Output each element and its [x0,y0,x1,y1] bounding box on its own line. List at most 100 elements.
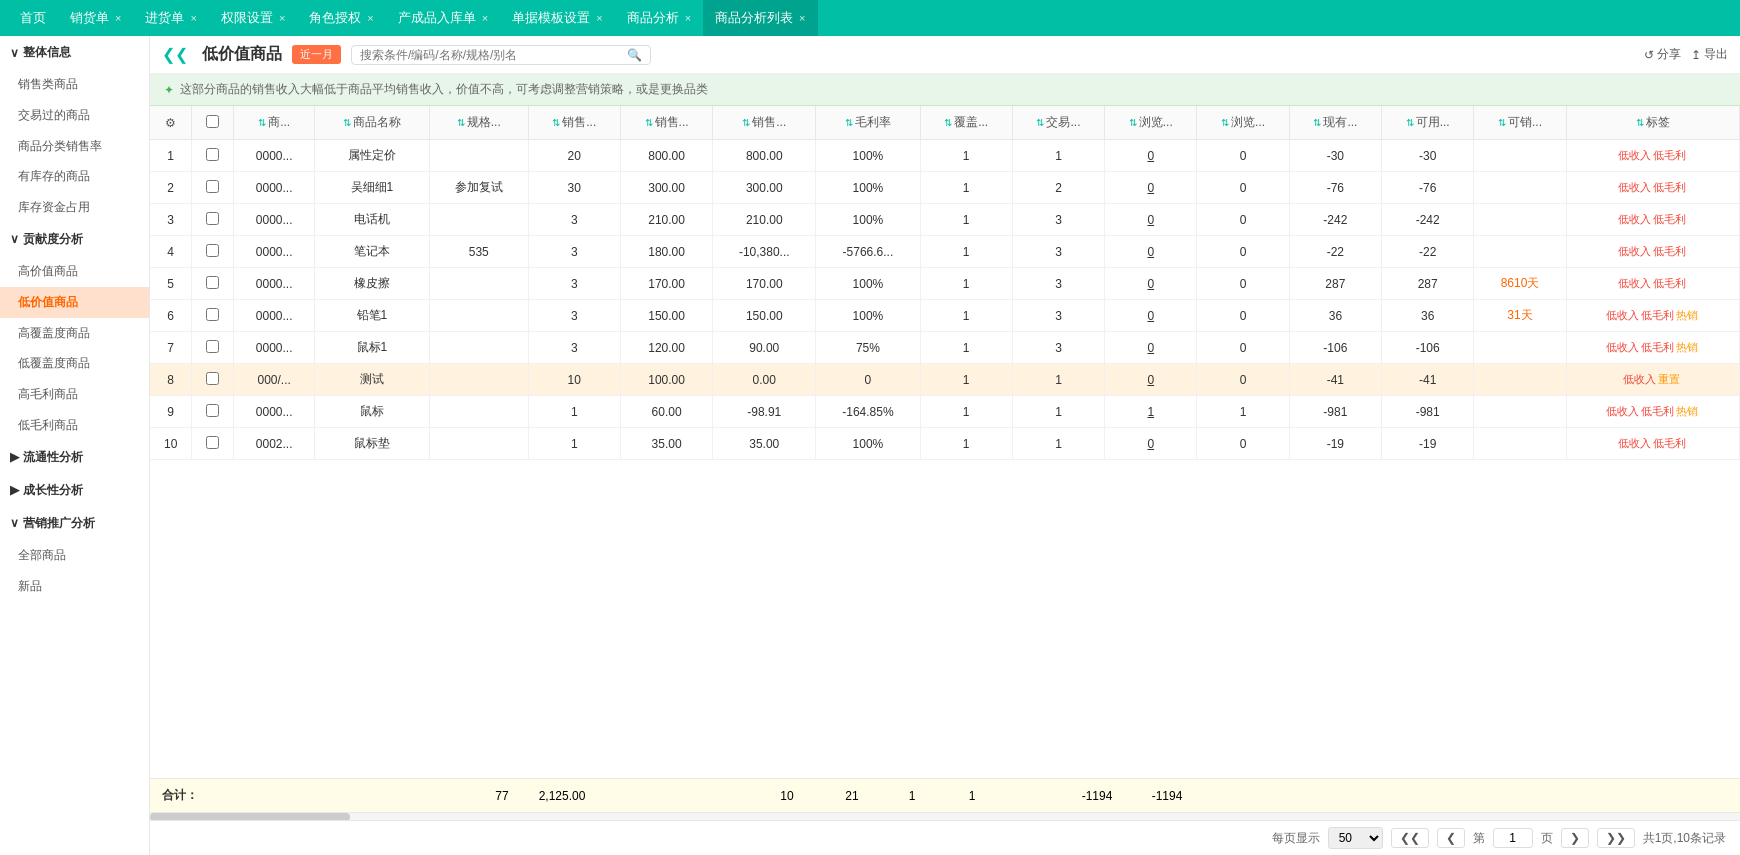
sidebar-item[interactable]: 商品分类销售率 [0,131,149,162]
sidebar-collapse-btn[interactable]: ❮❮ [162,45,188,64]
sidebar-item[interactable]: 高覆盖度商品 [0,318,149,349]
col-header-browse2[interactable]: ⇅浏览... [1197,106,1289,140]
page-input[interactable] [1493,828,1533,848]
row-checkbox-input[interactable] [206,340,219,353]
share-button[interactable]: ↺ 分享 [1644,46,1681,63]
close-icon[interactable]: × [685,12,691,24]
prev-page-btn[interactable]: ❮ [1437,828,1465,848]
row-checkbox-input[interactable] [206,276,219,289]
first-page-btn[interactable]: ❮❮ [1391,828,1429,848]
col-header-gross_margin[interactable]: ⇅毛利率 [816,106,920,140]
col-header-code[interactable]: ⇅商... [234,106,314,140]
row-tags[interactable]: 低收入重置 [1566,364,1739,396]
row-checkbox[interactable] [192,204,234,236]
col-header-name[interactable]: ⇅商品名称 [314,106,429,140]
nav-item[interactable]: 首页 [8,0,58,36]
sidebar-group[interactable]: ∨ 贡献度分析 [0,223,149,256]
close-icon[interactable]: × [596,12,602,24]
sidebar-item[interactable]: 交易过的商品 [0,100,149,131]
row-checkbox[interactable] [192,172,234,204]
col-header-sellable[interactable]: ⇅可销... [1474,106,1566,140]
row-browse1[interactable]: 0 [1105,140,1197,172]
nav-item[interactable]: 进货单× [133,0,208,36]
nav-item[interactable]: 单据模板设置× [500,0,614,36]
row-checkbox-input[interactable] [206,212,219,225]
row-browse1[interactable]: 0 [1105,204,1197,236]
col-header-coverage[interactable]: ⇅覆盖... [920,106,1012,140]
close-icon[interactable]: × [190,12,196,24]
nav-item[interactable]: 商品分析列表× [703,0,817,36]
sidebar-item[interactable]: 有库存的商品 [0,161,149,192]
row-browse1-link[interactable]: 0 [1147,277,1154,291]
sidebar-item[interactable]: 低价值商品 [0,287,149,318]
close-icon[interactable]: × [482,12,488,24]
nav-item[interactable]: 角色授权× [297,0,385,36]
search-box[interactable]: 🔍 [351,45,651,65]
row-browse1-link[interactable]: 0 [1147,373,1154,387]
close-icon[interactable]: × [115,12,121,24]
select-all-checkbox[interactable] [206,115,219,128]
nav-item[interactable]: 销货单× [58,0,133,36]
row-browse1[interactable]: 0 [1105,428,1197,460]
row-tags[interactable]: 低收入低毛利 [1566,140,1739,172]
row-checkbox[interactable] [192,396,234,428]
row-browse1-link[interactable]: 0 [1147,181,1154,195]
col-header-sales_amount[interactable]: ⇅销售... [620,106,712,140]
sidebar-item[interactable]: 销售类商品 [0,69,149,100]
row-tags[interactable]: 低收入低毛利 [1566,236,1739,268]
close-icon[interactable]: × [279,12,285,24]
row-tags[interactable]: 低收入低毛利热销 [1566,300,1739,332]
sidebar-item[interactable]: 低覆盖度商品 [0,348,149,379]
row-checkbox-input[interactable] [206,436,219,449]
row-checkbox[interactable] [192,332,234,364]
last-page-btn[interactable]: ❯❯ [1597,828,1635,848]
col-header-browse1[interactable]: ⇅浏览... [1105,106,1197,140]
row-checkbox[interactable] [192,140,234,172]
sidebar-group[interactable]: ∨ 整体信息 [0,36,149,69]
time-filter-tag[interactable]: 近一月 [292,45,341,64]
col-header-spec[interactable]: ⇅规格... [429,106,528,140]
row-browse1-link[interactable]: 1 [1147,405,1154,419]
row-tags[interactable]: 低收入低毛利 [1566,268,1739,300]
row-tags[interactable]: 低收入低毛利 [1566,172,1739,204]
row-checkbox[interactable] [192,300,234,332]
col-header-tags[interactable]: ⇅标签 [1566,106,1739,140]
row-browse1[interactable]: 1 [1105,396,1197,428]
nav-item[interactable]: 产成品入库单× [386,0,500,36]
row-tags[interactable]: 低收入低毛利热销 [1566,396,1739,428]
row-browse1[interactable]: 0 [1105,364,1197,396]
row-browse1-link[interactable]: 0 [1147,245,1154,259]
row-checkbox[interactable] [192,268,234,300]
row-browse1[interactable]: 0 [1105,300,1197,332]
row-browse1[interactable]: 0 [1105,268,1197,300]
sidebar-group[interactable]: ▶ 成长性分析 [0,474,149,507]
sidebar-item[interactable]: 新品 [0,571,149,602]
next-page-btn[interactable]: ❯ [1561,828,1589,848]
col-header-checkbox[interactable] [192,106,234,140]
nav-item[interactable]: 权限设置× [209,0,297,36]
sidebar-item[interactable]: 低毛利商品 [0,410,149,441]
row-browse1-link[interactable]: 0 [1147,149,1154,163]
scroll-bar[interactable] [150,812,1740,820]
row-tags[interactable]: 低收入低毛利热销 [1566,332,1739,364]
row-checkbox[interactable] [192,364,234,396]
row-checkbox[interactable] [192,236,234,268]
row-checkbox[interactable] [192,428,234,460]
sidebar-item[interactable]: 高毛利商品 [0,379,149,410]
sidebar-item[interactable]: 库存资金占用 [0,192,149,223]
col-header-settings[interactable]: ⚙ [150,106,192,140]
row-checkbox-input[interactable] [206,372,219,385]
row-checkbox-input[interactable] [206,404,219,417]
col-header-transactions[interactable]: ⇅交易... [1012,106,1104,140]
export-button[interactable]: ↥ 导出 [1691,46,1728,63]
col-header-current_stock[interactable]: ⇅现有... [1289,106,1381,140]
row-checkbox-input[interactable] [206,244,219,257]
row-browse1[interactable]: 0 [1105,172,1197,204]
row-browse1-link[interactable]: 0 [1147,309,1154,323]
sidebar-group[interactable]: ▶ 流通性分析 [0,441,149,474]
close-icon[interactable]: × [367,12,373,24]
sidebar-item[interactable]: 全部商品 [0,540,149,571]
close-icon[interactable]: × [799,12,805,24]
search-input[interactable] [360,48,627,62]
row-checkbox-input[interactable] [206,308,219,321]
